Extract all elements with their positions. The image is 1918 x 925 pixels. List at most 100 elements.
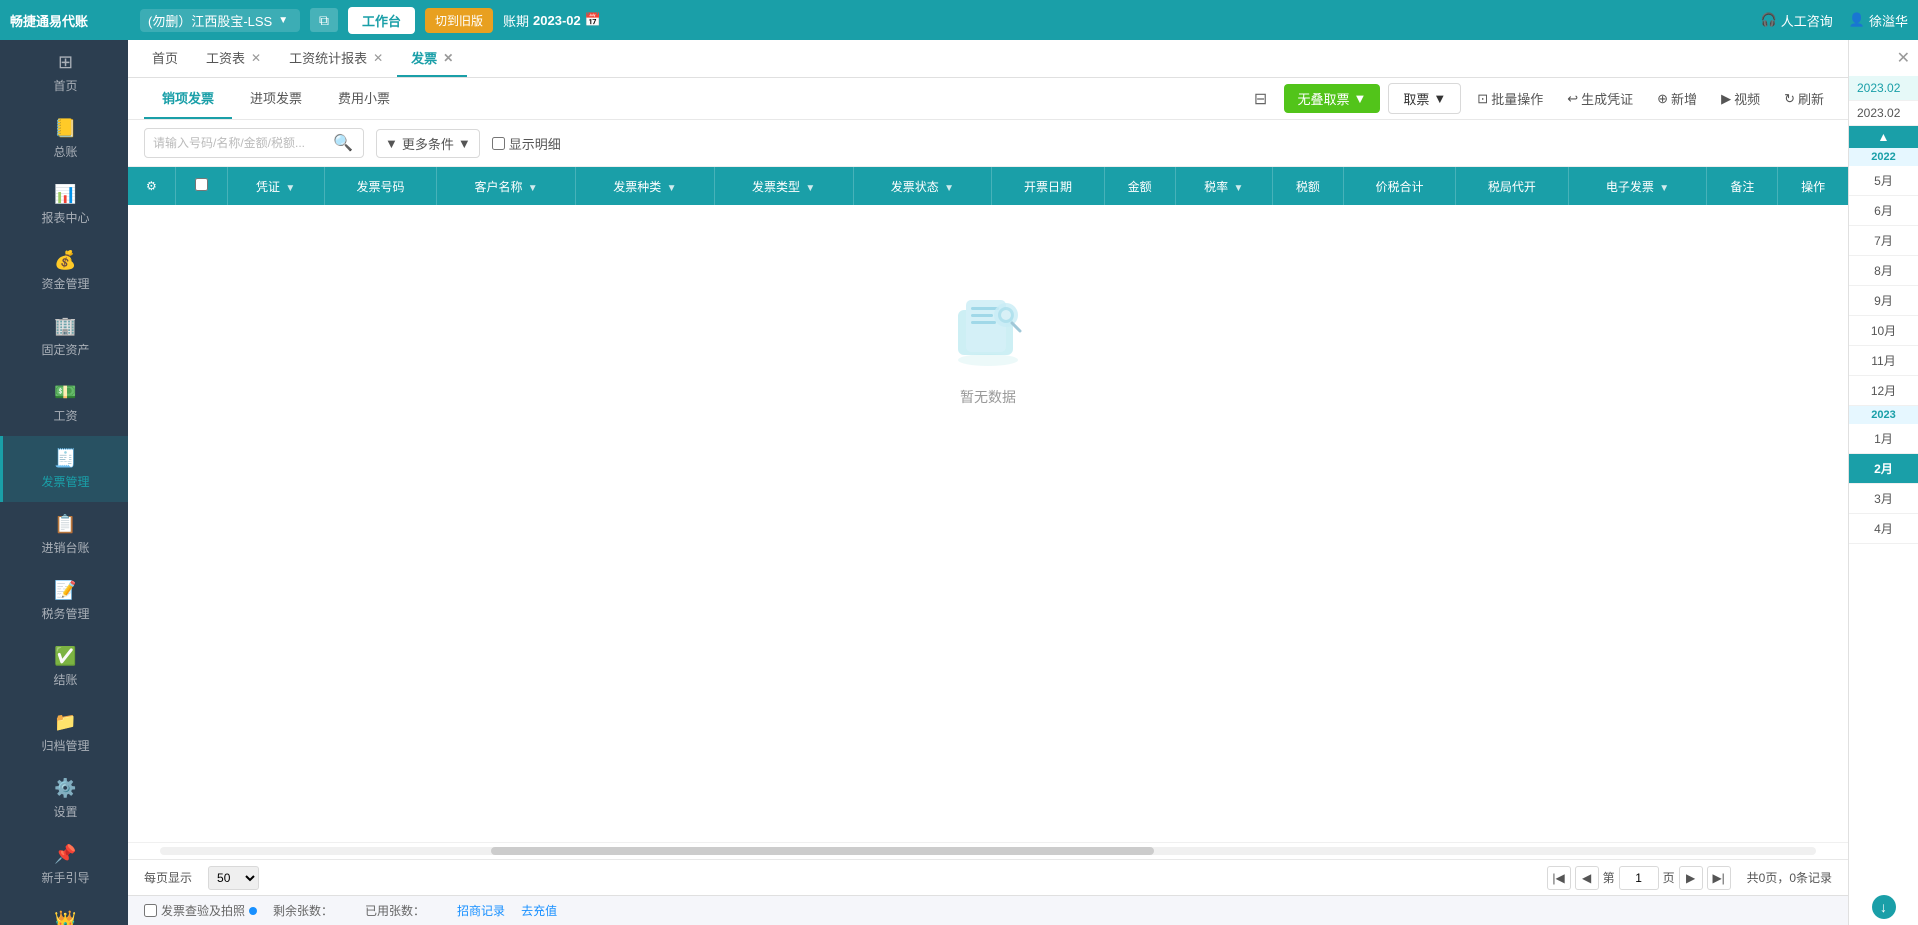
ai-consult-button[interactable]: 🎧 人工咨询 xyxy=(1761,11,1833,30)
tab-salary-stats-close[interactable]: ✕ xyxy=(373,51,383,65)
customer-filter-icon[interactable]: ▼ xyxy=(528,183,538,194)
th-open-date: 开票日期 xyxy=(992,167,1104,205)
user-avatar[interactable]: 👤 徐溢华 xyxy=(1849,11,1908,30)
search-icon[interactable]: 🔍 xyxy=(333,133,353,153)
sidebar-item-reports[interactable]: 📊 报表中心 xyxy=(0,172,128,238)
sidebar-item-fixed-assets[interactable]: 🏢 固定资产 xyxy=(0,304,128,370)
sidebar-item-funds[interactable]: 💰 资金管理 xyxy=(0,238,128,304)
month-11[interactable]: 11月 xyxy=(1849,346,1918,376)
scroll-bottom-button[interactable]: ↓ xyxy=(1872,895,1896,919)
date-panel-close-button[interactable]: ✕ xyxy=(1891,42,1916,74)
tab-salary-stats[interactable]: 工资统计报表 ✕ xyxy=(275,40,397,77)
month-5[interactable]: 5月 xyxy=(1849,166,1918,196)
sidebar-item-guide[interactable]: 📌 新手引导 xyxy=(0,832,128,898)
e-invoice-filter-icon[interactable]: ▼ xyxy=(1659,183,1669,194)
company-selector[interactable]: (勿删）江西股宝-LSS ▼ xyxy=(140,9,300,32)
tab-invoice-close[interactable]: ✕ xyxy=(443,51,453,65)
more-filter-dropdown-icon: ▼ xyxy=(458,136,471,151)
month-8[interactable]: 8月 xyxy=(1849,256,1918,286)
sidebar-item-archive[interactable]: 📁 归档管理 xyxy=(0,700,128,766)
sidebar-item-settings[interactable]: ⚙️ 设置 xyxy=(0,766,128,832)
per-page-select[interactable]: 50 10 20 100 xyxy=(208,866,259,890)
sidebar-item-sales-account[interactable]: 📋 进销台账 xyxy=(0,502,128,568)
invoice-table: ⚙ 凭证 ▼ 发票号码 客户名称 ▼ 发票种类 ▼ 发票类型 ▼ 发票状态 ▼ … xyxy=(128,167,1848,487)
recharge-link[interactable]: 去充值 xyxy=(521,902,557,919)
month-3-2023[interactable]: 3月 xyxy=(1849,484,1918,514)
th-checkbox[interactable] xyxy=(175,167,227,205)
prev-page-button[interactable]: ◀ xyxy=(1575,866,1599,890)
next-page-button[interactable]: ▶ xyxy=(1679,866,1703,890)
tab-salary-stats-label: 工资统计报表 xyxy=(289,48,367,67)
month-6[interactable]: 6月 xyxy=(1849,196,1918,226)
month-2-2023[interactable]: 2月 xyxy=(1849,454,1918,484)
up-arrow-button[interactable]: ▲ xyxy=(1849,126,1918,148)
invoice-type-filter-icon[interactable]: ▼ xyxy=(667,183,677,194)
horizontal-scrollbar[interactable] xyxy=(128,842,1848,859)
month-4-2023[interactable]: 4月 xyxy=(1849,514,1918,544)
search-input[interactable] xyxy=(153,136,333,150)
sidebar-item-closing[interactable]: ✅ 结账 xyxy=(0,634,128,700)
remaining-label: 剩余张数： xyxy=(273,902,333,919)
sidebar-item-salary[interactable]: 💵 工资 xyxy=(0,370,128,436)
month-9[interactable]: 9月 xyxy=(1849,286,1918,316)
invoice-status-filter-icon[interactable]: ▼ xyxy=(944,183,954,194)
invoice-mgmt-icon: 🧾 xyxy=(54,448,76,469)
voucher-filter-icon[interactable]: ▼ xyxy=(285,183,295,194)
th-invoice-status: 发票状态 ▼ xyxy=(853,167,992,205)
month-10[interactable]: 10月 xyxy=(1849,316,1918,346)
copy-button[interactable]: ⧉ xyxy=(310,8,338,32)
tab-salary-table-close[interactable]: ✕ xyxy=(251,51,261,65)
last-page-button[interactable]: ▶| xyxy=(1707,866,1731,890)
month-12[interactable]: 12月 xyxy=(1849,376,1918,406)
sub-tab-sales[interactable]: 销项发票 xyxy=(144,78,232,119)
logo-area: 畅捷通易代账 xyxy=(10,11,130,30)
show-detail-wrap[interactable]: 显示明细 xyxy=(492,134,561,153)
top-header: 畅捷通易代账 (勿删）江西股宝-LSS ▼ ⧉ 工作台 切到旧版 账期 2023… xyxy=(0,0,1918,40)
import-link[interactable]: 招商记录 xyxy=(457,902,505,919)
settings-icon: ⚙️ xyxy=(54,778,76,799)
th-e-invoice: 电子发票 ▼ xyxy=(1568,167,1707,205)
status-dot xyxy=(249,907,257,915)
add-button[interactable]: ⊕ 新增 xyxy=(1649,84,1705,113)
closing-icon: ✅ xyxy=(54,646,76,667)
tab-home[interactable]: 首页 xyxy=(138,40,192,77)
sidebar-item-vip[interactable]: 👑 畅会员 xyxy=(0,898,128,925)
sidebar-item-invoice-mgmt[interactable]: 🧾 发票管理 xyxy=(0,436,128,502)
sidebar-item-ledger[interactable]: 📒 总账 xyxy=(0,106,128,172)
switch-version-button[interactable]: 切到旧版 xyxy=(425,8,493,33)
batch-ops-button[interactable]: ⊡ 批量操作 xyxy=(1469,84,1551,113)
select-all-checkbox[interactable] xyxy=(195,178,208,191)
show-detail-checkbox[interactable] xyxy=(492,137,505,150)
invoice-category-filter-icon[interactable]: ▼ xyxy=(805,183,815,194)
page-input[interactable] xyxy=(1619,866,1659,890)
tax-rate-filter-icon[interactable]: ▼ xyxy=(1233,183,1243,194)
month-7[interactable]: 7月 xyxy=(1849,226,1918,256)
first-page-button[interactable]: |◀ xyxy=(1547,866,1571,890)
column-settings-button[interactable]: ⊟ xyxy=(1246,84,1276,114)
sidebar-item-home[interactable]: ⊞ 首页 xyxy=(0,40,128,106)
th-invoice-type: 发票种类 ▼ xyxy=(575,167,714,205)
take-invoice-button[interactable]: 取票 ▼ xyxy=(1388,83,1461,114)
empty-illustration xyxy=(938,285,1038,375)
more-filter-button[interactable]: ▼ 更多条件 ▼ xyxy=(376,129,480,158)
sidebar-item-tax-mgmt[interactable]: 📝 税务管理 xyxy=(0,568,128,634)
refresh-button[interactable]: ↻ 刷新 xyxy=(1776,84,1832,113)
generate-voucher-button[interactable]: ↩ 生成凭证 xyxy=(1559,84,1641,113)
no-invoice-button[interactable]: 无叠取票 ▼ xyxy=(1284,84,1381,113)
workspace-button[interactable]: 工作台 xyxy=(348,7,415,34)
date-period-row-1[interactable]: 2023.02 xyxy=(1849,76,1918,101)
reports-icon: 📊 xyxy=(54,184,76,205)
th-total: 价税合计 xyxy=(1343,167,1455,205)
vip-icon: 👑 xyxy=(54,910,76,925)
sub-tab-purchase[interactable]: 进项发票 xyxy=(232,78,320,119)
video-button[interactable]: ▶ 视频 xyxy=(1713,84,1768,113)
calendar-icon[interactable]: 📅 xyxy=(585,12,601,28)
th-settings[interactable]: ⚙ xyxy=(128,167,175,205)
tab-invoice[interactable]: 发票 ✕ xyxy=(397,40,467,77)
invoice-check-checkbox[interactable] xyxy=(144,904,157,917)
date-period-row-2[interactable]: 2023.02 xyxy=(1849,101,1918,126)
sub-tab-expense[interactable]: 费用小票 xyxy=(320,78,408,119)
month-1-2023[interactable]: 1月 xyxy=(1849,424,1918,454)
total-records: 共0页，0条记录 xyxy=(1747,869,1832,886)
tab-salary-table[interactable]: 工资表 ✕ xyxy=(192,40,275,77)
